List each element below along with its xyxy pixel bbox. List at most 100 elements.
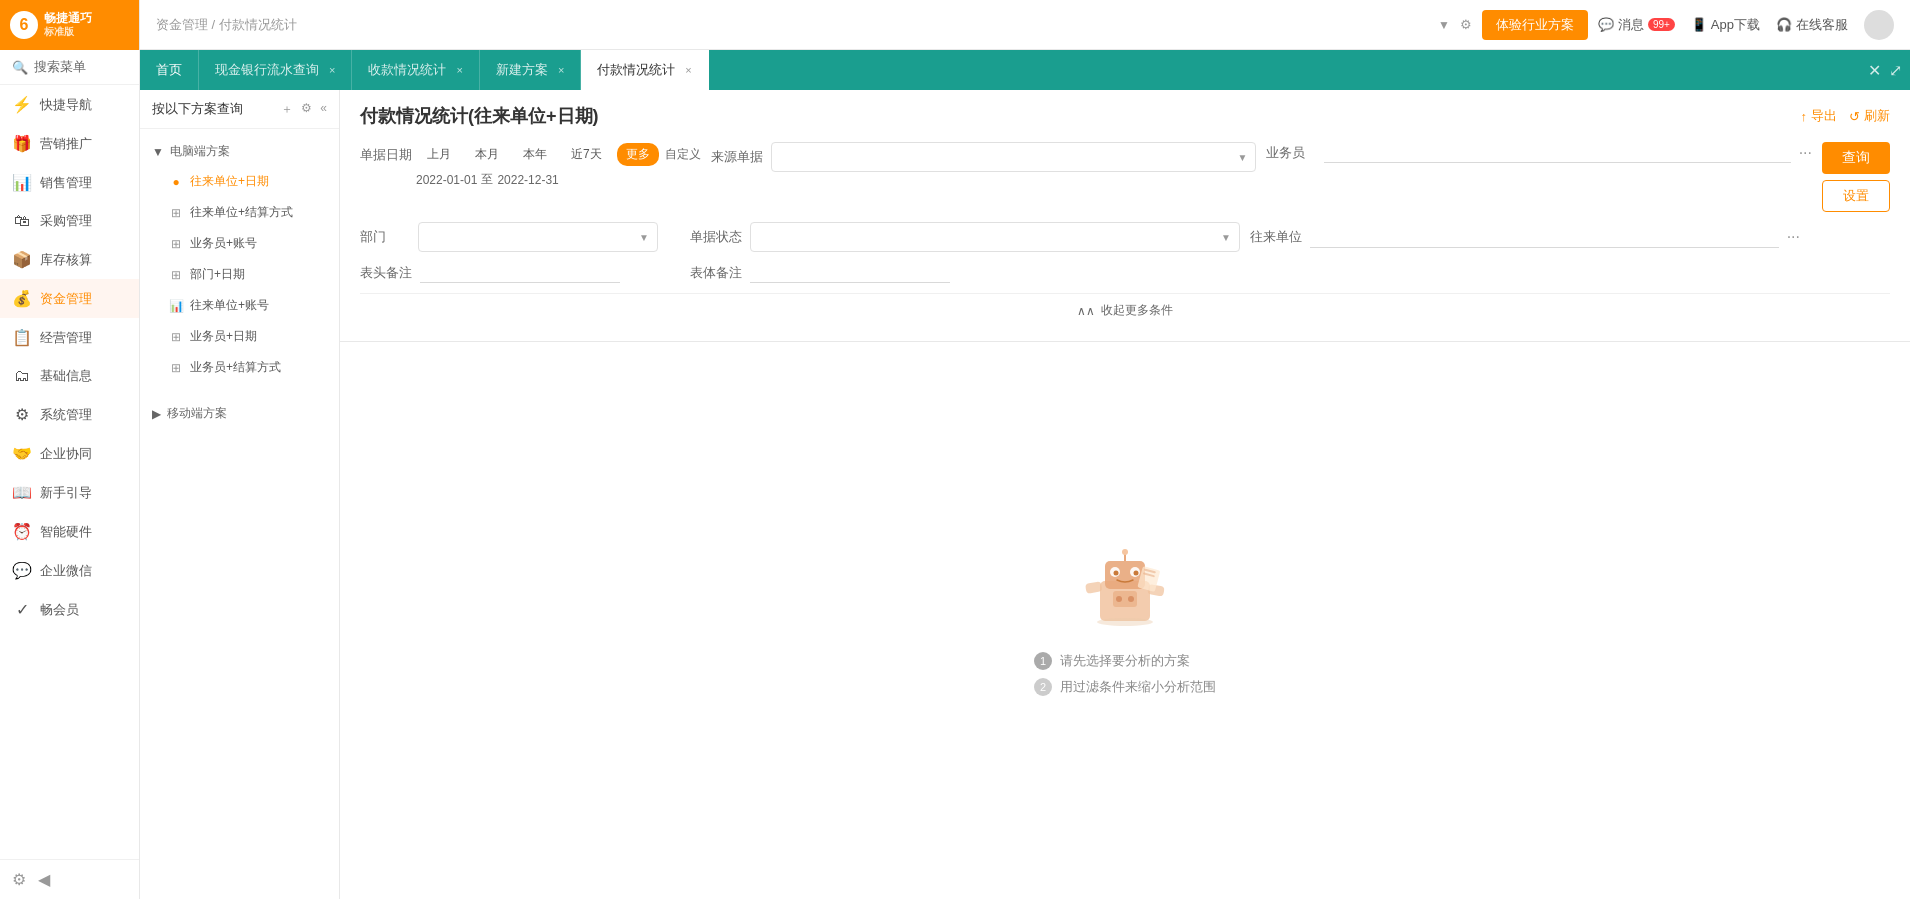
staff-input[interactable] — [1324, 142, 1790, 163]
scheme-settings-btn[interactable]: ⚙ — [301, 101, 312, 118]
search-label: 搜索菜单 — [34, 58, 86, 76]
sidebar-item-operations[interactable]: 📋 经营管理 — [0, 318, 139, 357]
system-icon: ⚙ — [12, 405, 32, 424]
sidebar-item-label: 新手引导 — [40, 484, 92, 502]
scheme-item-staff-settle[interactable]: ⊞ 业务员+结算方式 — [140, 352, 339, 383]
mobile-section-title[interactable]: ▶ 移动端方案 — [140, 399, 339, 428]
svg-point-7 — [1122, 549, 1128, 555]
tab-receipt-stat-label: 收款情况统计 — [368, 61, 446, 79]
collapse-more-btn[interactable]: ∧∧ 收起更多条件 — [360, 293, 1890, 327]
sidebar-item-vip[interactable]: ✓ 畅会员 — [0, 590, 139, 629]
sidebar-item-label: 智能硬件 — [40, 523, 92, 541]
message-icon: 💬 — [1598, 17, 1614, 32]
sidebar-item-label: 畅会员 — [40, 601, 79, 619]
receipt-status-select[interactable]: ▼ — [750, 222, 1240, 252]
app-download-action[interactable]: 📱 App下载 — [1691, 16, 1760, 34]
gear-icon: ⚙ — [1460, 17, 1472, 32]
sidebar-item-guide[interactable]: 📖 新手引导 — [0, 473, 139, 512]
sidebar: 6 畅捷通巧 标准版 🔍 搜索菜单 ⚡ 快捷导航 🎁 营销推广 📊 销售管理 🛍… — [0, 0, 140, 899]
scheme-collapse-btn[interactable]: « — [320, 101, 327, 118]
sidebar-search[interactable]: 🔍 搜索菜单 — [0, 50, 139, 85]
sidebar-item-inventory[interactable]: 📦 库存核算 — [0, 240, 139, 279]
tab-close-all-btn[interactable]: ✕ — [1868, 61, 1881, 80]
export-btn[interactable]: ↑ 导出 — [1801, 107, 1838, 125]
date-btn-this-year[interactable]: 本年 — [514, 142, 556, 167]
online-service-action[interactable]: 🎧 在线客服 — [1776, 16, 1848, 34]
source-select[interactable]: ▼ — [771, 142, 1257, 172]
app-download-label: App下载 — [1711, 16, 1760, 34]
tab-payment-stat-close[interactable]: × — [685, 64, 691, 76]
date-btn-this-month[interactable]: 本月 — [466, 142, 508, 167]
tab-home[interactable]: 首页 — [140, 50, 199, 90]
date-btn-7days[interactable]: 近7天 — [562, 142, 611, 167]
sidebar-item-quick-nav[interactable]: ⚡ 快捷导航 — [0, 85, 139, 124]
breadcrumb: 资金管理 / 付款情况统计 — [156, 16, 1428, 34]
scheme-icon: ⊞ — [168, 360, 184, 376]
tab-new-scheme-label: 新建方案 — [496, 61, 548, 79]
sidebar-item-finance[interactable]: 💰 资金管理 — [0, 279, 139, 318]
sidebar-item-basic-info[interactable]: 🗂 基础信息 — [0, 357, 139, 395]
message-action[interactable]: 💬 消息 99+ — [1598, 16, 1675, 34]
user-avatar[interactable] — [1864, 10, 1894, 40]
scheme-item-staff-account[interactable]: ⊞ 业务员+账号 — [140, 228, 339, 259]
sidebar-item-hardware[interactable]: ⏰ 智能硬件 — [0, 512, 139, 551]
tip-text-2: 用过滤条件来缩小分析范围 — [1060, 678, 1216, 696]
sidebar-item-purchase[interactable]: 🛍 采购管理 — [0, 202, 139, 240]
tab-expand-btn[interactable]: ⤢ — [1889, 61, 1902, 80]
refresh-icon: ↺ — [1849, 109, 1860, 124]
dept-select[interactable]: ▼ — [418, 222, 658, 252]
sidebar-item-system[interactable]: ⚙ 系统管理 — [0, 395, 139, 434]
header-actions: 💬 消息 99+ 📱 App下载 🎧 在线客服 — [1598, 10, 1894, 40]
tab-new-scheme[interactable]: 新建方案 × — [480, 50, 581, 90]
tip-num-2: 2 — [1034, 678, 1052, 696]
refresh-label: 刷新 — [1864, 107, 1890, 125]
sidebar-item-label: 经营管理 — [40, 329, 92, 347]
active-scheme-icon: ● — [168, 174, 184, 190]
pc-section-title[interactable]: ▼ 电脑端方案 — [140, 137, 339, 166]
query-btn[interactable]: 查询 — [1822, 142, 1890, 174]
sidebar-item-marketing[interactable]: 🎁 营销推广 — [0, 124, 139, 163]
scheme-item-partner-account[interactable]: 📊 往来单位+账号 — [140, 290, 339, 321]
settings-icon[interactable]: ⚙ — [12, 870, 26, 889]
sidebar-item-sales[interactable]: 📊 销售管理 — [0, 163, 139, 202]
tab-bank-flow[interactable]: 现金银行流水查询 × — [199, 50, 352, 90]
search-icon: 🔍 — [12, 60, 28, 75]
tab-payment-stat[interactable]: 付款情况统计 × — [581, 50, 708, 90]
tab-bank-flow-close[interactable]: × — [329, 64, 335, 76]
partner-input[interactable] — [1310, 227, 1779, 248]
svg-point-5 — [1134, 570, 1139, 575]
tab-receipt-stat-close[interactable]: × — [456, 64, 462, 76]
logo-name: 畅捷通巧 — [44, 11, 92, 25]
scheme-item-label: 部门+日期 — [190, 266, 245, 283]
scheme-item-label: 往来单位+账号 — [190, 297, 269, 314]
add-scheme-btn[interactable]: ＋ — [281, 101, 293, 118]
scheme-item-dept-date[interactable]: ⊞ 部门+日期 — [140, 259, 339, 290]
scheme-item-staff-date[interactable]: ⊞ 业务员+日期 — [140, 321, 339, 352]
tab-receipt-stat[interactable]: 收款情况统计 × — [352, 50, 479, 90]
empty-tip-1: 1 请先选择要分析的方案 — [1034, 652, 1216, 670]
scheme-item-label: 往来单位+结算方式 — [190, 204, 293, 221]
svg-rect-8 — [1085, 581, 1102, 594]
sidebar-item-label: 基础信息 — [40, 367, 92, 385]
body-note-input[interactable] — [750, 262, 950, 283]
vip-icon: ✓ — [12, 600, 32, 619]
purchase-icon: 🛍 — [12, 212, 32, 230]
scheme-item-partner-date[interactable]: ● 往来单位+日期 — [140, 166, 339, 197]
operations-icon: 📋 — [12, 328, 32, 347]
scheme-item-partner-settle[interactable]: ⊞ 往来单位+结算方式 — [140, 197, 339, 228]
pc-scheme-section: ▼ 电脑端方案 ● 往来单位+日期 ⊞ 往来单位+结算方式 ⊞ 业务员+账号 ⊞ — [140, 129, 339, 391]
partner-dots[interactable]: ··· — [1787, 228, 1800, 246]
collapse-icon[interactable]: ◀ — [38, 870, 50, 889]
header-settings-icon[interactable]: ⚙ — [1460, 17, 1472, 32]
refresh-btn[interactable]: ↺ 刷新 — [1849, 107, 1890, 125]
staff-dots[interactable]: ··· — [1799, 144, 1812, 162]
date-btn-last-month[interactable]: 上月 — [418, 142, 460, 167]
sidebar-item-wechat[interactable]: 💬 企业微信 — [0, 551, 139, 590]
date-btn-more[interactable]: 更多 — [617, 143, 659, 166]
header-note-input[interactable] — [420, 262, 620, 283]
settings-btn[interactable]: 设置 — [1822, 180, 1890, 212]
tab-new-scheme-close[interactable]: × — [558, 64, 564, 76]
industry-btn[interactable]: 体验行业方案 — [1482, 10, 1588, 40]
finance-icon: 💰 — [12, 289, 32, 308]
sidebar-item-enterprise[interactable]: 🤝 企业协同 — [0, 434, 139, 473]
